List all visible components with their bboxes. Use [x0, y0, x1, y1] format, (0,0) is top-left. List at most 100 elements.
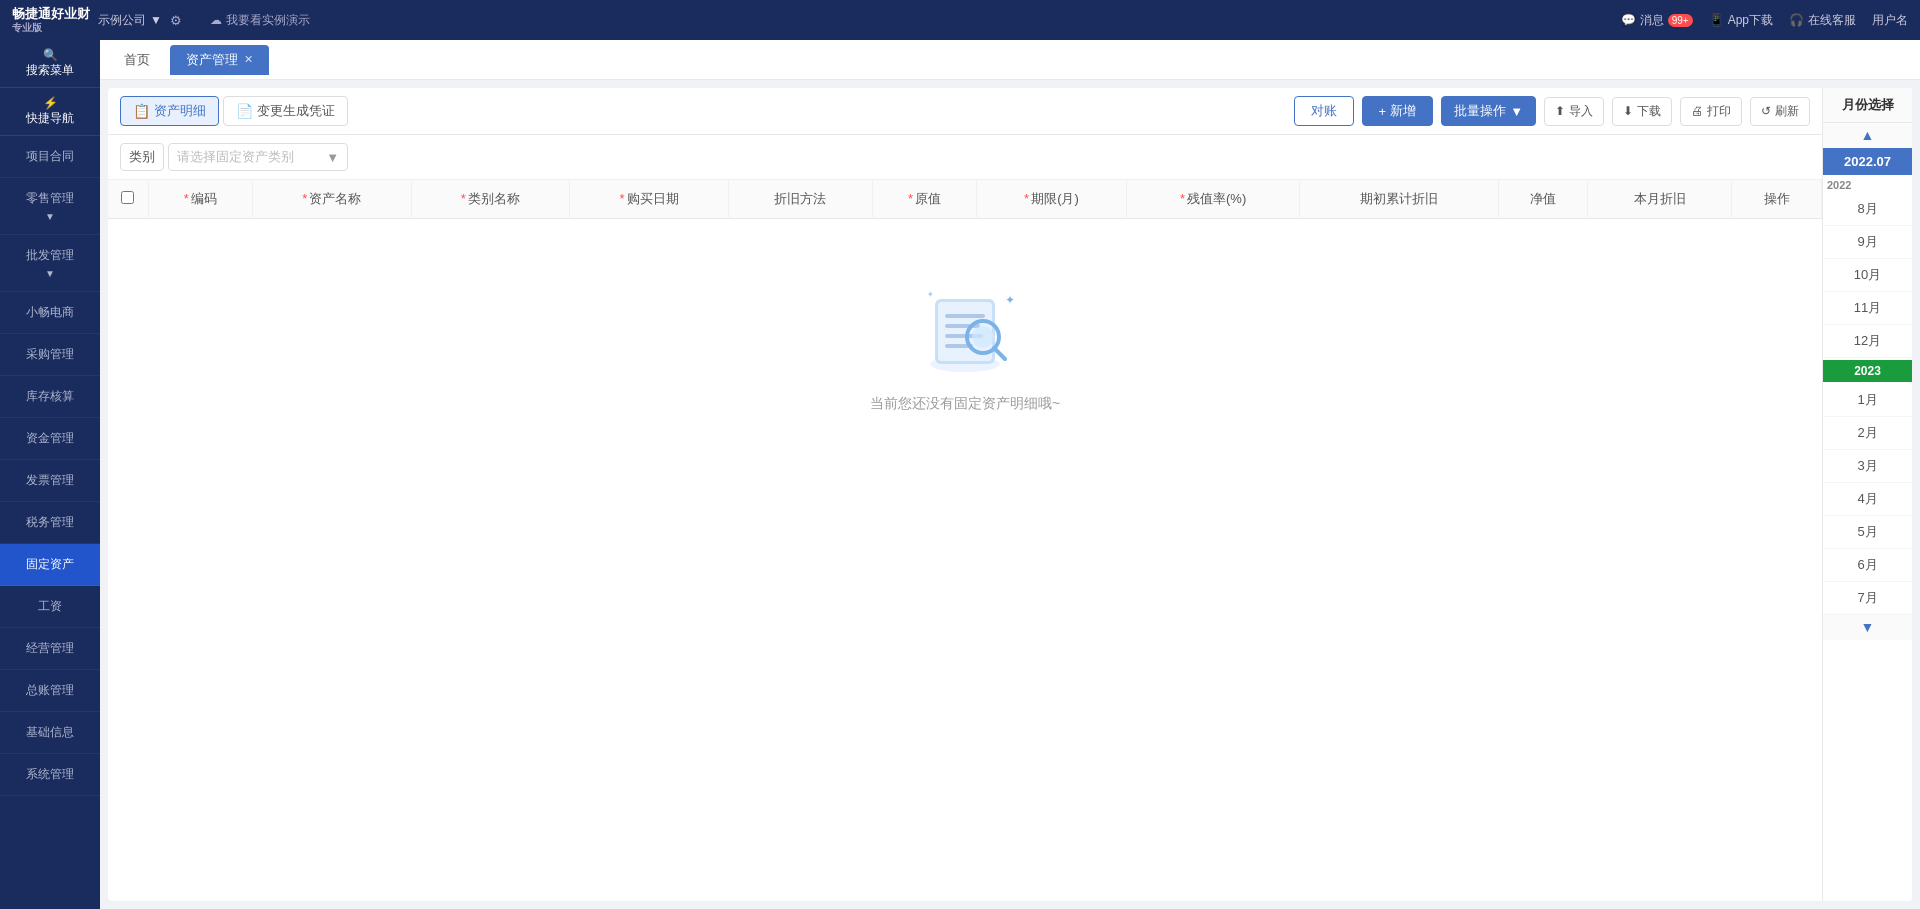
- month-item-aug[interactable]: 8月: [1823, 193, 1912, 226]
- month-item-may[interactable]: 5月: [1823, 516, 1912, 549]
- col-residual-rate: *残值率(%): [1126, 180, 1300, 219]
- month-item-oct[interactable]: 10月: [1823, 259, 1912, 292]
- sidebar-item-label: 发票管理: [26, 472, 74, 489]
- sidebar-item-basic-info[interactable]: 基础信息: [0, 712, 100, 754]
- refresh-button[interactable]: ↺ 刷新: [1750, 97, 1810, 126]
- month-item-apr[interactable]: 4月: [1823, 483, 1912, 516]
- sidebar-item-tax-mgmt[interactable]: 税务管理: [0, 502, 100, 544]
- match-button[interactable]: 对账: [1294, 96, 1354, 126]
- col-name: *资产名称: [252, 180, 411, 219]
- month-panel-title: 月份选择: [1831, 96, 1904, 114]
- batch-button[interactable]: 批量操作 ▼: [1441, 96, 1536, 126]
- import-button[interactable]: ⬆ 导入: [1544, 97, 1604, 126]
- sidebar-item-fixed-assets[interactable]: 固定资产: [0, 544, 100, 586]
- chevron-right-icon: ▼: [45, 211, 55, 222]
- month-item-nov[interactable]: 11月: [1823, 292, 1912, 325]
- sidebar-item-quick-nav[interactable]: ⚡ 快捷导航: [0, 88, 100, 136]
- sub-tab-change-voucher-label: 变更生成凭证: [257, 102, 335, 120]
- sidebar-item-payroll[interactable]: 工资: [0, 586, 100, 628]
- col-purchase-date: *购买日期: [570, 180, 729, 219]
- example-demo[interactable]: ☁ 我要看实例演示: [210, 12, 310, 29]
- sidebar-item-wholesale-mgmt[interactable]: 批发管理 ▼: [0, 235, 100, 292]
- import-icon: ⬆: [1555, 104, 1565, 118]
- selected-year-month[interactable]: 2022.07: [1823, 148, 1912, 175]
- main-panel: 📋 资产明细 📄 变更生成凭证 对账 + 新增: [108, 88, 1822, 901]
- print-icon: 🖨: [1691, 104, 1703, 118]
- download-button[interactable]: ⬇ 下载: [1612, 97, 1672, 126]
- main-layout: 🔍 搜索菜单 ⚡ 快捷导航 项目合同 零售管理 ▼ 批发管理 ▼ 小畅电商 采购…: [0, 40, 1920, 909]
- app-download-label: App下载: [1728, 12, 1773, 29]
- col-category: *类别名称: [411, 180, 570, 219]
- col-depreciation-method: 折旧方法: [728, 180, 872, 219]
- user-info[interactable]: 用户名: [1872, 12, 1908, 29]
- month-nav-down-icon[interactable]: ▼: [1861, 619, 1875, 636]
- sidebar-item-label: 税务管理: [26, 514, 74, 531]
- message-button[interactable]: 💬 消息 99+: [1621, 12, 1693, 29]
- category-label-text: 类别: [129, 148, 155, 166]
- month-item-jan[interactable]: 1月: [1823, 384, 1912, 417]
- month-item-sep[interactable]: 9月: [1823, 226, 1912, 259]
- online-service-button[interactable]: 🎧 在线客服: [1789, 12, 1856, 29]
- sidebar-item-label: 经营管理: [26, 640, 74, 657]
- sidebar-item-label: 批发管理: [26, 247, 74, 264]
- month-item-mar[interactable]: 3月: [1823, 450, 1912, 483]
- refresh-icon: ↺: [1761, 104, 1771, 118]
- filter-category: 类别 请选择固定资产类别 ▼: [120, 143, 348, 171]
- add-button-label: 新增: [1390, 102, 1416, 120]
- user-name: 用户名: [1872, 12, 1908, 29]
- company-selector[interactable]: 示例公司 ▼: [98, 12, 162, 29]
- sidebar-item-mini-ecommerce[interactable]: 小畅电商: [0, 292, 100, 334]
- sidebar-item-general-ledger[interactable]: 总账管理: [0, 670, 100, 712]
- quicknav-icon: ⚡: [6, 96, 94, 110]
- month-item-jul[interactable]: 7月: [1823, 582, 1912, 615]
- message-icon: 💬: [1621, 13, 1636, 27]
- batch-button-label: 批量操作: [1454, 102, 1506, 120]
- month-item-dec[interactable]: 12月: [1823, 325, 1912, 358]
- category-placeholder: 请选择固定资产类别: [177, 148, 294, 166]
- sub-tab-change-voucher[interactable]: 📄 变更生成凭证: [223, 96, 348, 126]
- sidebar-item-system-mgmt[interactable]: 系统管理: [0, 754, 100, 796]
- sidebar-item-project-contract[interactable]: 项目合同: [0, 136, 100, 178]
- tab-home[interactable]: 首页: [108, 45, 166, 75]
- content-area: 首页 资产管理 ✕ 📋 资产明细 📄: [100, 40, 1920, 909]
- print-button[interactable]: 🖨 打印: [1680, 97, 1742, 126]
- top-bar: 畅捷通好业财 专业版 示例公司 ▼ ⚙ ☁ 我要看实例演示 💬 消息 99+ 📱…: [0, 0, 1920, 40]
- tab-close-icon[interactable]: ✕: [244, 53, 253, 66]
- sidebar-item-label: 固定资产: [26, 556, 74, 573]
- app-download-button[interactable]: 📱 App下载: [1709, 12, 1773, 29]
- category-label[interactable]: 类别: [120, 143, 164, 171]
- company-name: 示例公司: [98, 12, 146, 29]
- month-panel-header: 月份选择: [1823, 88, 1912, 123]
- sidebar-item-inventory[interactable]: 库存核算: [0, 376, 100, 418]
- search-icon: 🔍: [6, 48, 94, 62]
- sidebar-item-label: 项目合同: [26, 148, 74, 165]
- sidebar-item-purchase-mgmt[interactable]: 采购管理: [0, 334, 100, 376]
- sidebar-item-search-menu[interactable]: 🔍 搜索菜单: [0, 40, 100, 88]
- svg-point-8: [972, 326, 994, 348]
- category-dropdown[interactable]: 请选择固定资产类别 ▼: [168, 143, 348, 171]
- add-button[interactable]: + 新增: [1362, 96, 1434, 126]
- month-item-jun[interactable]: 6月: [1823, 549, 1912, 582]
- tab-asset-mgmt[interactable]: 资产管理 ✕: [170, 45, 269, 75]
- sidebar-item-business-mgmt[interactable]: 经营管理: [0, 628, 100, 670]
- cloud-icon: ☁: [210, 13, 222, 27]
- col-original-value: *原值: [872, 180, 976, 219]
- svg-text:✦: ✦: [1005, 293, 1015, 307]
- month-item-feb[interactable]: 2月: [1823, 417, 1912, 450]
- download-icon: ⬇: [1623, 104, 1633, 118]
- sub-tab-bar: 📋 资产明细 📄 变更生成凭证 对账 + 新增: [108, 88, 1822, 135]
- refresh-label: 刷新: [1775, 103, 1799, 120]
- sidebar-item-retail-mgmt[interactable]: 零售管理 ▼: [0, 178, 100, 235]
- plus-icon: +: [1379, 104, 1387, 119]
- message-label: 消息: [1640, 12, 1664, 29]
- sidebar-item-invoice-mgmt[interactable]: 发票管理: [0, 460, 100, 502]
- sub-tab-asset-detail[interactable]: 📋 资产明细: [120, 96, 219, 126]
- example-text: 我要看实例演示: [226, 12, 310, 29]
- month-nav-up-icon[interactable]: ▲: [1861, 127, 1875, 144]
- year-2022-label: 2022: [1823, 175, 1912, 193]
- mobile-icon: 📱: [1709, 13, 1724, 27]
- settings-button[interactable]: ⚙: [170, 13, 182, 28]
- sidebar-item-fund-mgmt[interactable]: 资金管理: [0, 418, 100, 460]
- sidebar-item-label: 采购管理: [26, 346, 74, 363]
- select-all-checkbox[interactable]: [121, 191, 134, 204]
